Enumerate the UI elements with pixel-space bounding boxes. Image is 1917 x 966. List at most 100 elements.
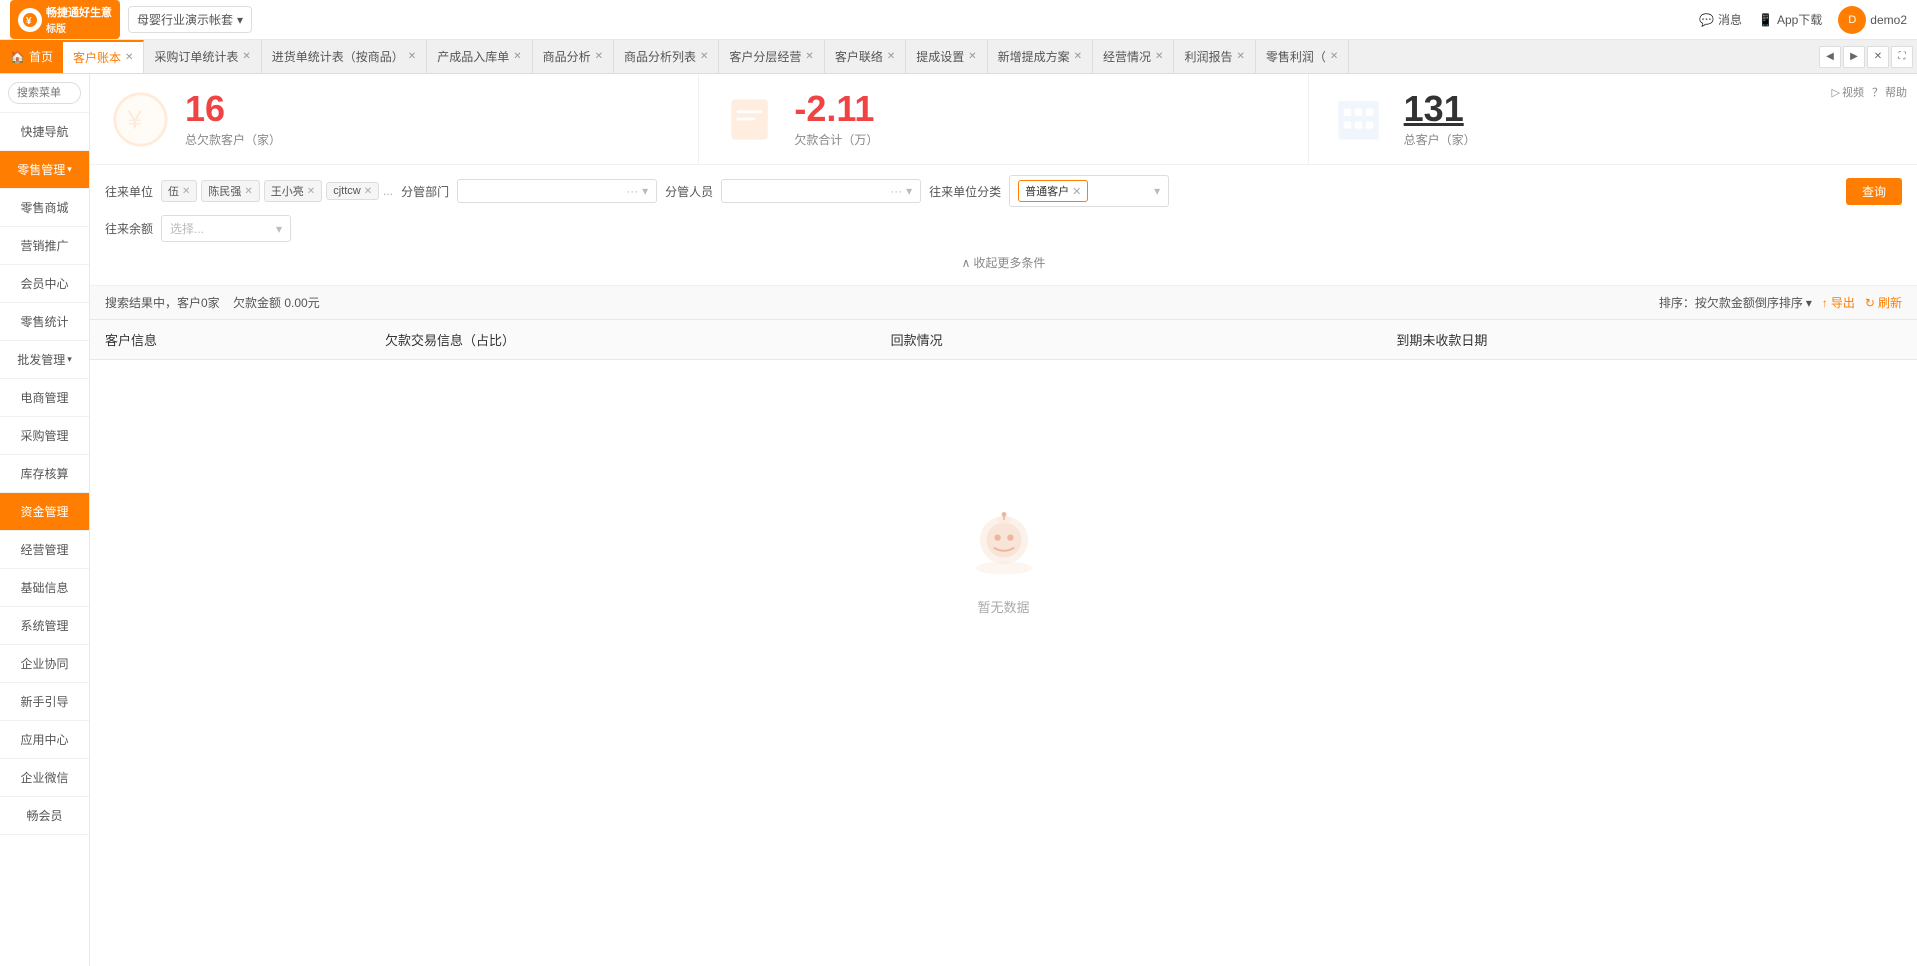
tab-accounts-close[interactable]: ✕ xyxy=(125,52,133,63)
video-btn[interactable]: ▷ 视频 xyxy=(1832,84,1864,100)
tab-next-btn[interactable]: ▶ xyxy=(1843,46,1865,68)
sidebar-item-wholesale[interactable]: 批发管理 ▾ xyxy=(0,341,89,379)
account-selector[interactable]: 母婴行业演示帐套 ▾ xyxy=(128,6,252,33)
tab-purchase-orders[interactable]: 采购订单统计表 ✕ xyxy=(144,40,261,74)
tab-product-list-close[interactable]: ✕ xyxy=(700,51,708,62)
tab-accounts[interactable]: 客户账本 ✕ xyxy=(63,40,144,74)
refresh-btn[interactable]: ↻ 刷新 xyxy=(1865,294,1902,311)
tab-stock-close[interactable]: ✕ xyxy=(408,51,416,62)
sidebar-item-finance[interactable]: 资金管理 xyxy=(0,493,89,531)
sidebar-item-new-guide[interactable]: 新手引导 xyxy=(0,683,89,721)
sidebar-item-enterprise-wechat[interactable]: 企业微信 xyxy=(0,759,89,797)
tab-promotions[interactable]: 提成设置 ✕ xyxy=(906,40,987,74)
chevron-down-icon5: ▾ xyxy=(1154,184,1160,198)
tab-new-achievement[interactable]: 新增提成方案 ✕ xyxy=(988,40,1093,74)
chevron-down-icon: ▾ xyxy=(237,13,243,27)
filter-more-btn[interactable]: ... xyxy=(383,184,393,198)
filter-tag-cjttcw-close[interactable]: ✕ xyxy=(364,186,372,197)
filter-tag-wu-close[interactable]: ✕ xyxy=(182,186,190,197)
sidebar-item-retail-mall[interactable]: 零售商城 xyxy=(0,189,89,227)
chevron-down-icon6: ▾ xyxy=(276,222,282,236)
filter-tag-wu-label: 伍 xyxy=(168,183,179,199)
tab-achievement-close[interactable]: ✕ xyxy=(1074,51,1082,62)
tab-cost-close[interactable]: ✕ xyxy=(513,51,521,62)
query-button[interactable]: 查询 xyxy=(1846,178,1902,205)
search-input[interactable] xyxy=(8,82,81,104)
unit-type-select[interactable]: 普通客户 ✕ ▾ xyxy=(1009,175,1169,207)
tab-stock-stats[interactable]: 进货单统计表（按商品） ✕ xyxy=(262,40,427,74)
tab-accounts-label: 客户账本 xyxy=(73,49,121,66)
sidebar-item-quick-nav[interactable]: 快捷导航 xyxy=(0,113,89,151)
sidebar-item-vip[interactable]: 畅会员 xyxy=(0,797,89,835)
sidebar-wholesale-label: 批发管理 xyxy=(17,351,65,368)
dept-select[interactable]: ··· ▾ xyxy=(457,179,657,203)
tab-achievement-label: 新增提成方案 xyxy=(998,48,1070,65)
tab-profit-report[interactable]: 利润报告 ✕ xyxy=(1174,40,1255,74)
tab-segments-label: 客户分层经营 xyxy=(729,48,801,65)
filter-row-2: 往来余额 选择... ▾ xyxy=(105,215,1902,242)
tab-retail-close[interactable]: ✕ xyxy=(1330,51,1338,62)
tab-prev-btn[interactable]: ◀ xyxy=(1819,46,1841,68)
app-download-btn[interactable]: 📱 App下载 xyxy=(1758,11,1822,28)
unit-type-tag: 普通客户 ✕ xyxy=(1018,180,1088,202)
sidebar-item-operations[interactable]: 经营管理 xyxy=(0,531,89,569)
sidebar-item-basic-info[interactable]: 基础信息 xyxy=(0,569,89,607)
chevron-down-icon7: ▾ xyxy=(1806,296,1812,310)
main-layout: 快捷导航 零售管理 ▾ 零售商城 营销推广 会员中心 零售统计 批发管理 ▾ xyxy=(0,74,1917,966)
collapse-btn[interactable]: ∧ 收起更多条件 xyxy=(962,250,1046,275)
topbar-right: 💬 消息 📱 App下载 D demo2 xyxy=(1699,6,1907,34)
tab-profit-close[interactable]: ✕ xyxy=(1236,51,1244,62)
export-btn[interactable]: ↑ 导出 xyxy=(1822,294,1855,311)
username-label: demo2 xyxy=(1870,13,1907,27)
tab-retail-profit[interactable]: 零售利润（ ✕ xyxy=(1256,40,1349,74)
help-icon: ？ xyxy=(1872,84,1883,100)
filter-tag-chen-close[interactable]: ✕ xyxy=(244,186,252,197)
sidebar-member-label: 会员中心 xyxy=(20,277,68,291)
help-btn[interactable]: ？ 帮助 xyxy=(1872,84,1907,100)
sidebar: 快捷导航 零售管理 ▾ 零售商城 营销推广 会员中心 零售统计 批发管理 ▾ xyxy=(0,74,90,966)
tab-purchase-close[interactable]: ✕ xyxy=(242,51,250,62)
sidebar-item-purchase[interactable]: 采购管理 xyxy=(0,417,89,455)
stat-customers-number: 16 xyxy=(185,91,281,127)
messages-btn[interactable]: 💬 消息 xyxy=(1699,11,1742,28)
sidebar-item-ecommerce[interactable]: 电商管理 xyxy=(0,379,89,417)
tab-customer-contact[interactable]: 客户联络 ✕ xyxy=(825,40,906,74)
logo-title: 畅捷通好生意 xyxy=(46,4,112,20)
tab-fullscreen-btn[interactable]: ⛶ xyxy=(1891,46,1913,68)
sidebar-item-inventory[interactable]: 库存核算 xyxy=(0,455,89,493)
tab-product-analysis-list[interactable]: 商品分析列表 ✕ xyxy=(614,40,719,74)
video-label: 视频 xyxy=(1842,84,1864,100)
person-select[interactable]: ··· ▾ xyxy=(721,179,921,203)
unit-type-tag-close[interactable]: ✕ xyxy=(1072,185,1081,198)
sidebar-item-marketing[interactable]: 营销推广 xyxy=(0,227,89,265)
sidebar-search-area xyxy=(0,74,89,113)
tab-home[interactable]: 🏠 首页 xyxy=(0,40,63,74)
col-repayment: 回款情况 xyxy=(891,330,1397,349)
sidebar-enterprise-label: 企业协同 xyxy=(20,657,68,671)
tab-purchase-label: 采购订单统计表 xyxy=(154,48,238,65)
tab-operations-label: 经营情况 xyxy=(1103,48,1151,65)
sidebar-item-retail-mgmt[interactable]: 零售管理 ▾ xyxy=(0,151,89,189)
sidebar-item-app-center[interactable]: 应用中心 xyxy=(0,721,89,759)
sidebar-item-member-center[interactable]: 会员中心 xyxy=(0,265,89,303)
tab-segments-close[interactable]: ✕ xyxy=(805,51,813,62)
sidebar-item-system[interactable]: 系统管理 xyxy=(0,607,89,645)
tab-cost-inbound[interactable]: 产成品入库单 ✕ xyxy=(427,40,532,74)
filter-tag-wang-close[interactable]: ✕ xyxy=(307,186,315,197)
balance-input[interactable]: 选择... ▾ xyxy=(161,215,291,242)
tab-close-all-btn[interactable]: ✕ xyxy=(1867,46,1889,68)
stat-actions: ▷ 视频 ？ 帮助 xyxy=(1832,84,1907,100)
sidebar-item-enterprise[interactable]: 企业协同 xyxy=(0,645,89,683)
tab-promotions-close[interactable]: ✕ xyxy=(968,51,976,62)
tab-product-close[interactable]: ✕ xyxy=(595,51,603,62)
tab-product-analysis[interactable]: 商品分析 ✕ xyxy=(533,40,614,74)
tab-operations-close[interactable]: ✕ xyxy=(1155,51,1163,62)
topbar: ¥ 畅捷通好生意 标版 母婴行业演示帐套 ▾ 💬 消息 📱 App下载 D de… xyxy=(0,0,1917,40)
tab-product-list-label: 商品分析列表 xyxy=(624,48,696,65)
sidebar-item-retail-stats[interactable]: 零售统计 xyxy=(0,303,89,341)
tab-contact-close[interactable]: ✕ xyxy=(887,51,895,62)
user-profile[interactable]: D demo2 xyxy=(1838,6,1907,34)
tab-customer-segments[interactable]: 客户分层经营 ✕ xyxy=(719,40,824,74)
sort-select[interactable]: 排序：按欠款金额倒序排序 ▾ xyxy=(1659,294,1812,311)
tab-operations[interactable]: 经营情况 ✕ xyxy=(1093,40,1174,74)
